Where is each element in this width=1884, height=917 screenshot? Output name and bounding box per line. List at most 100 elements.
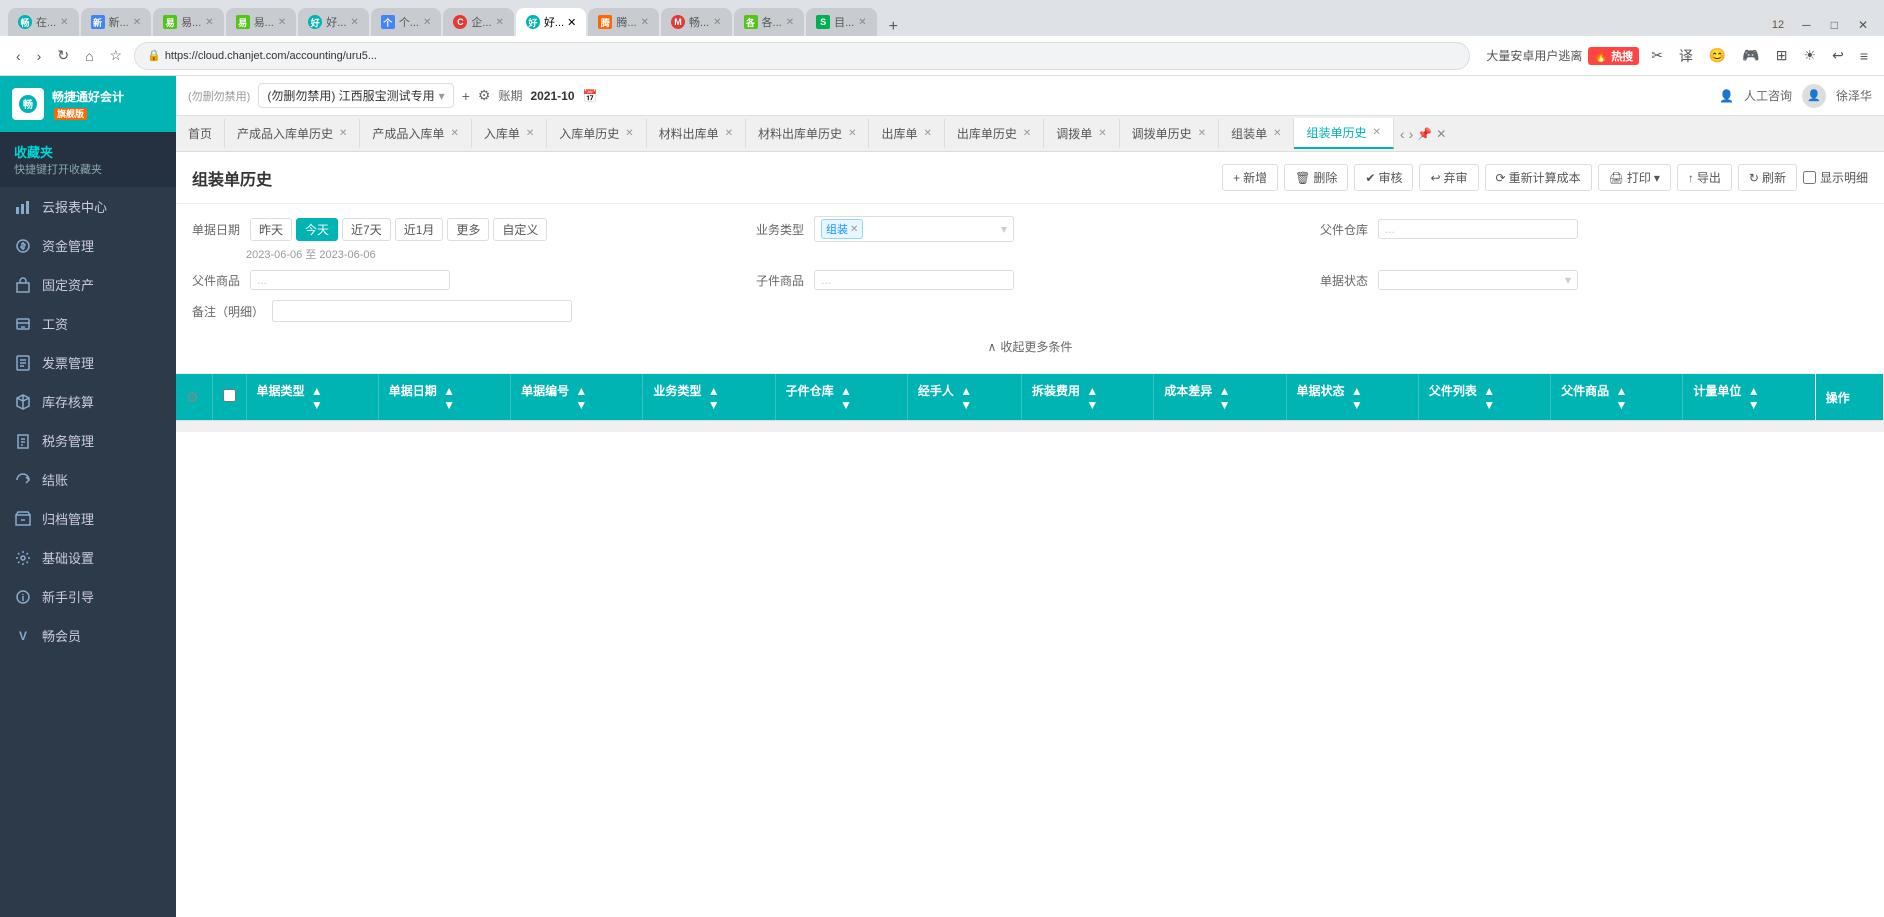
browser-tab-5[interactable]: 好 好... ✕ xyxy=(298,8,369,36)
col-business-type[interactable]: 业务类型 ▲▼ xyxy=(643,374,775,420)
page-tab-8[interactable]: 出库单历史 ✕ xyxy=(945,119,1044,148)
tab-close-7[interactable]: ✕ xyxy=(923,128,931,139)
show-detail-input[interactable] xyxy=(1803,171,1816,184)
address-bar[interactable]: 🔒 https://cloud.chanjet.com/accounting/u… xyxy=(134,42,1470,70)
tab-next-button[interactable]: › xyxy=(1409,126,1414,142)
audit-button[interactable]: ✔ 审核 xyxy=(1354,164,1413,191)
browser-tab-10[interactable]: M 畅... ✕ xyxy=(661,8,732,36)
parent-warehouse-input[interactable]: ... xyxy=(1378,219,1578,239)
browser-tab-6[interactable]: 个 个... ✕ xyxy=(371,8,442,36)
browser-tab-11[interactable]: 各 各... ✕ xyxy=(734,8,805,36)
tab-prev-button[interactable]: ‹ xyxy=(1400,126,1405,142)
sort-icon-cost-diff[interactable]: ▲▼ xyxy=(1219,384,1231,412)
reload-button[interactable]: ↻ xyxy=(53,43,73,68)
yesterday-button[interactable]: 昨天 xyxy=(250,218,292,241)
maximize-button[interactable]: □ xyxy=(1823,14,1846,36)
today-button[interactable]: 今天 xyxy=(296,218,338,241)
page-tab-2[interactable]: 产成品入库单 ✕ xyxy=(360,119,471,148)
page-tab-home[interactable]: 首页 xyxy=(176,119,225,148)
tab-close-10[interactable]: ✕ xyxy=(713,17,721,28)
theme-tool[interactable]: ☀ xyxy=(1800,43,1821,68)
grid-tool[interactable]: ⊞ xyxy=(1772,43,1792,68)
company-selector[interactable]: (勿删勿禁用) 江西服宝测试专用 ▾ xyxy=(258,83,453,108)
consultant-label[interactable]: 人工咨询 xyxy=(1744,87,1792,104)
sidebar-item-basic[interactable]: 基础设置 xyxy=(0,538,176,577)
sort-icon-bill-type[interactable]: ▲▼ xyxy=(311,384,323,412)
emoji-tool[interactable]: 😊 xyxy=(1705,43,1730,68)
tab-close-6[interactable]: ✕ xyxy=(848,128,856,139)
page-tab-1[interactable]: 产成品入库单历史 ✕ xyxy=(225,119,360,148)
collapse-button[interactable]: ∧ 收起更多条件 xyxy=(982,332,1079,361)
page-tab-3[interactable]: 入库单 ✕ xyxy=(472,119,547,148)
export-button[interactable]: ↑ 导出 xyxy=(1677,164,1732,191)
forward-button[interactable]: › xyxy=(33,44,46,68)
add-company-button[interactable]: + xyxy=(462,88,470,104)
sidebar-item-inventory[interactable]: 库存核算 xyxy=(0,382,176,421)
add-button[interactable]: + 新增 xyxy=(1222,164,1278,191)
tab-close-4[interactable]: ✕ xyxy=(625,128,633,139)
tab-close-9[interactable]: ✕ xyxy=(1098,128,1106,139)
tab-close-5[interactable]: ✕ xyxy=(725,128,733,139)
col-bill-date[interactable]: 单据日期 ▲▼ xyxy=(378,374,510,420)
history-tool[interactable]: ↩ xyxy=(1828,43,1848,68)
tag-close-icon[interactable]: ✕ xyxy=(850,224,858,235)
page-tab-12[interactable]: 组装单历史 ✕ xyxy=(1294,118,1393,149)
refresh-button[interactable]: ↻ 刷新 xyxy=(1738,164,1797,191)
tab-new-btn[interactable]: + xyxy=(883,18,904,36)
sidebar-item-asset[interactable]: 固定资产 xyxy=(0,265,176,304)
sort-icon-bill-status[interactable]: ▲▼ xyxy=(1351,384,1363,412)
notes-input[interactable] xyxy=(272,300,572,322)
sort-icon-business-type[interactable]: ▲▼ xyxy=(708,384,720,412)
browser-tab-8[interactable]: 好 好... ✕ xyxy=(516,8,586,36)
abandon-button[interactable]: ↩ 弃审 xyxy=(1419,164,1478,191)
col-bill-type[interactable]: 单据类型 ▲▼ xyxy=(246,374,378,420)
recalculate-button[interactable]: ⟳ 重新计算成本 xyxy=(1485,164,1592,191)
sort-icon-parent-goods[interactable]: ▲▼ xyxy=(1615,384,1627,412)
sidebar-item-salary[interactable]: 工资 xyxy=(0,304,176,343)
select-all-checkbox[interactable] xyxy=(223,389,236,402)
menu-tool[interactable]: ≡ xyxy=(1856,44,1872,68)
col-handler[interactable]: 经手人 ▲▼ xyxy=(907,374,1021,420)
print-button[interactable]: 🖨 打印 ▾ xyxy=(1598,164,1671,191)
sidebar-item-checkout[interactable]: 结账 xyxy=(0,460,176,499)
sort-icon-bill-date[interactable]: ▲▼ xyxy=(443,384,455,412)
browser-tab-9[interactable]: 腾 腾... ✕ xyxy=(588,8,659,36)
browser-tab-2[interactable]: 新 新... ✕ xyxy=(81,8,152,36)
tab-close-6[interactable]: ✕ xyxy=(423,17,431,28)
tab-pin-button[interactable]: 📌 xyxy=(1417,127,1432,141)
settings-gear-button[interactable]: ⚙ xyxy=(478,87,491,104)
browser-tab-1[interactable]: 畅 在... ✕ xyxy=(8,8,79,36)
more-date-button[interactable]: 更多 xyxy=(447,218,489,241)
tab-close-2[interactable]: ✕ xyxy=(133,17,141,28)
col-cost-diff[interactable]: 成本差异 ▲▼ xyxy=(1154,374,1286,420)
col-child-warehouse[interactable]: 子件仓库 ▲▼ xyxy=(775,374,907,420)
page-tab-6[interactable]: 材料出库单历史 ✕ xyxy=(746,119,869,148)
tab-close-11[interactable]: ✕ xyxy=(786,17,794,28)
tab-close-1[interactable]: ✕ xyxy=(339,128,347,139)
month-button[interactable]: 近1月 xyxy=(395,218,444,241)
browser-tab-4[interactable]: 易 易... ✕ xyxy=(226,8,297,36)
sort-icon-parent-list[interactable]: ▲▼ xyxy=(1483,384,1495,412)
week-button[interactable]: 近7天 xyxy=(342,218,391,241)
game-tool[interactable]: 🎮 xyxy=(1738,43,1763,68)
tab-close-3[interactable]: ✕ xyxy=(205,17,213,28)
sort-icon-unit[interactable]: ▲▼ xyxy=(1748,384,1760,412)
tab-close-2[interactable]: ✕ xyxy=(450,128,458,139)
bill-status-input[interactable]: ▾ xyxy=(1378,270,1578,290)
sidebar-item-member[interactable]: V 畅会员 xyxy=(0,616,176,655)
col-parent-goods[interactable]: 父件商品 ▲▼ xyxy=(1551,374,1683,420)
sort-icon-disassembly[interactable]: ▲▼ xyxy=(1086,384,1098,412)
tab-close-8[interactable]: ✕ xyxy=(1023,128,1031,139)
minimize-button[interactable]: ─ xyxy=(1794,14,1819,36)
tab-close-12[interactable]: ✕ xyxy=(858,17,866,28)
page-tab-4[interactable]: 入库单历史 ✕ xyxy=(547,119,646,148)
tab-close-10[interactable]: ✕ xyxy=(1198,128,1206,139)
tab-close-7[interactable]: ✕ xyxy=(496,17,504,28)
sidebar-item-tax[interactable]: 税务管理 xyxy=(0,421,176,460)
browser-tab-3[interactable]: 易 易... ✕ xyxy=(153,8,224,36)
horizontal-scrollbar[interactable] xyxy=(176,420,1884,432)
star-button[interactable]: ☆ xyxy=(106,43,127,68)
sort-icon-handler[interactable]: ▲▼ xyxy=(960,384,972,412)
parent-goods-input[interactable]: ... xyxy=(250,270,450,290)
tab-close-12[interactable]: ✕ xyxy=(1373,127,1381,138)
